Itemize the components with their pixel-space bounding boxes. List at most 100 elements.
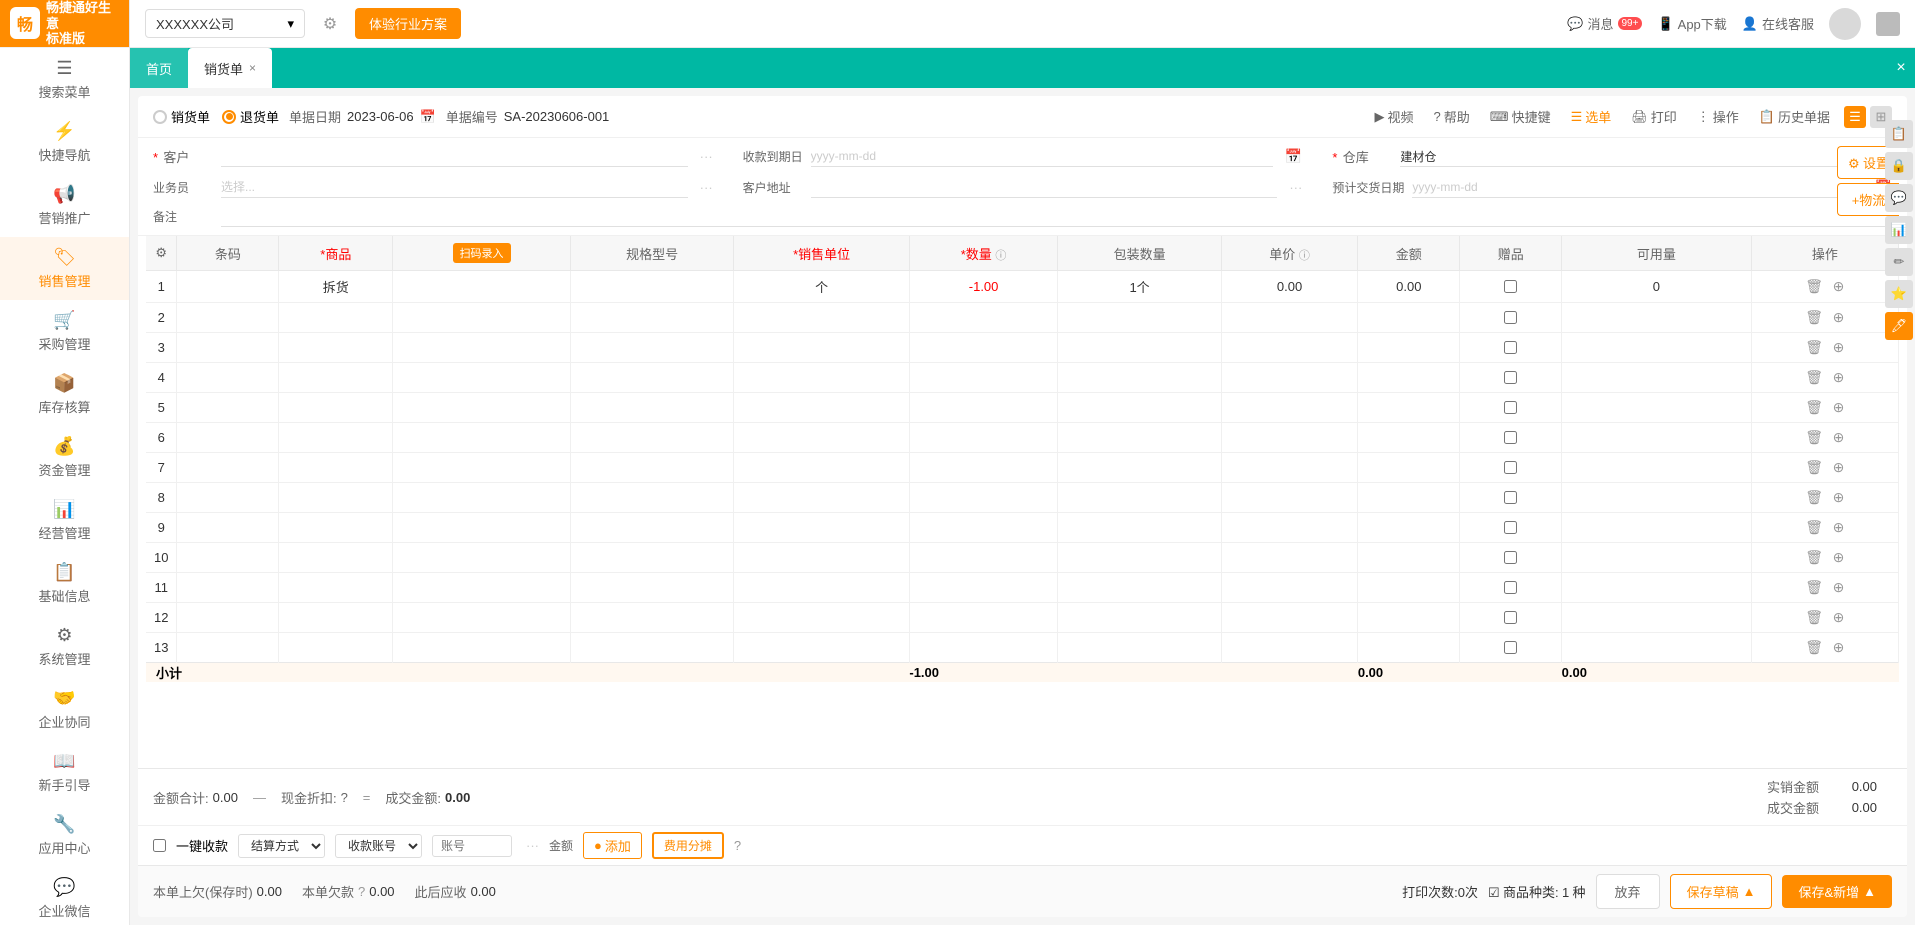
notes-input[interactable]	[221, 206, 1892, 227]
action-btn[interactable]: ⋮ 操作	[1691, 104, 1745, 129]
row-price[interactable]	[1221, 483, 1358, 513]
row-pkg-qty[interactable]	[1058, 633, 1222, 663]
sidebar-item-marketing[interactable]: 📢 营销推广	[0, 174, 129, 237]
delete-row-btn[interactable]: 🗑	[1802, 579, 1826, 596]
row-price[interactable]	[1221, 423, 1358, 453]
copy-row-btn[interactable]: ⊕	[1830, 549, 1848, 566]
row-product[interactable]	[279, 633, 393, 663]
row-unit[interactable]: 个	[734, 271, 909, 303]
row-pkg-qty[interactable]	[1058, 483, 1222, 513]
row-qty[interactable]	[909, 423, 1057, 453]
avatar[interactable]	[1829, 8, 1861, 40]
row-gift[interactable]	[1460, 483, 1562, 513]
company-selector[interactable]: XXXXXX公司 ▾	[145, 9, 305, 38]
video-btn[interactable]: ▶ 视频	[1369, 104, 1420, 129]
row-gift[interactable]	[1460, 453, 1562, 483]
trial-btn[interactable]: 体验行业方案	[355, 8, 461, 39]
sidebar-item-wechat[interactable]: 💬 企业微信	[0, 867, 129, 925]
row-barcode[interactable]	[177, 303, 279, 333]
row-gift[interactable]	[1460, 271, 1562, 303]
copy-row-btn[interactable]: ⊕	[1830, 579, 1848, 596]
copy-row-btn[interactable]: ⊕	[1830, 639, 1848, 656]
row-barcode[interactable]	[177, 453, 279, 483]
row-price[interactable]	[1221, 333, 1358, 363]
row-barcode[interactable]	[177, 483, 279, 513]
row-barcode[interactable]	[177, 423, 279, 453]
row-unit[interactable]	[734, 543, 909, 573]
delete-row-btn[interactable]: 🗑	[1802, 369, 1826, 386]
row-gift[interactable]	[1460, 513, 1562, 543]
sidebar-item-apps[interactable]: 🔧 应用中心	[0, 804, 129, 867]
sidebar-item-management[interactable]: 📊 经营管理	[0, 489, 129, 552]
due-help-icon[interactable]: ?	[358, 884, 365, 899]
row-amount[interactable]	[1358, 633, 1460, 663]
sidebar-item-quick-nav[interactable]: ⚡ 快捷导航	[0, 111, 129, 174]
copy-row-btn[interactable]: ⊕	[1830, 489, 1848, 506]
row-product[interactable]	[279, 573, 393, 603]
row-gift[interactable]	[1460, 363, 1562, 393]
expense-help-icon[interactable]: ?	[734, 838, 741, 853]
row-product[interactable]	[279, 303, 393, 333]
row-amount[interactable]	[1358, 363, 1460, 393]
account-select[interactable]: 收款账号	[335, 834, 422, 858]
scan-btn[interactable]: 扫码录入	[453, 243, 511, 263]
row-barcode[interactable]	[177, 633, 279, 663]
rp-icon-4[interactable]: 📊	[1885, 216, 1913, 244]
sidebar-item-finance[interactable]: 💰 资金管理	[0, 426, 129, 489]
calendar-icon[interactable]: 📅	[420, 109, 436, 125]
form-date-value[interactable]: 2023-06-06	[347, 109, 414, 124]
copy-row-btn[interactable]: ⊕	[1830, 339, 1848, 356]
delete-row-btn[interactable]: 🗑	[1802, 339, 1826, 356]
row-spec[interactable]	[570, 603, 734, 633]
row-pkg-qty[interactable]	[1058, 393, 1222, 423]
row-price[interactable]	[1221, 603, 1358, 633]
row-qty[interactable]	[909, 363, 1057, 393]
expense-btn[interactable]: 费用分摊	[652, 832, 724, 859]
account-number-input[interactable]	[432, 835, 512, 857]
radio-sales[interactable]: 销货单	[153, 107, 210, 126]
customer-input[interactable]	[221, 146, 688, 167]
row-qty[interactable]	[909, 333, 1057, 363]
row-product[interactable]	[279, 453, 393, 483]
row-product[interactable]	[279, 603, 393, 633]
customer-more-icon[interactable]: ···	[700, 149, 713, 164]
row-gift[interactable]	[1460, 543, 1562, 573]
row-unit[interactable]	[734, 633, 909, 663]
row-barcode[interactable]	[177, 271, 279, 303]
rp-icon-3[interactable]: 💬	[1885, 184, 1913, 212]
row-qty[interactable]	[909, 543, 1057, 573]
row-product[interactable]	[279, 393, 393, 423]
salesperson-input[interactable]	[221, 177, 688, 198]
row-amount[interactable]	[1358, 453, 1460, 483]
row-spec[interactable]	[570, 423, 734, 453]
settings-gear-button[interactable]: ⚙	[315, 9, 345, 39]
row-barcode[interactable]	[177, 603, 279, 633]
copy-row-btn[interactable]: ⊕	[1830, 609, 1848, 626]
sidebar-item-purchase[interactable]: 🛒 采购管理	[0, 300, 129, 363]
due-date-cal-icon[interactable]: 📅	[1285, 148, 1302, 165]
row-spec[interactable]	[570, 363, 734, 393]
row-product[interactable]	[279, 543, 393, 573]
row-gift[interactable]	[1460, 423, 1562, 453]
delete-row-btn[interactable]: 🗑	[1802, 459, 1826, 476]
row-unit[interactable]	[734, 423, 909, 453]
row-price[interactable]	[1221, 633, 1358, 663]
col-settings[interactable]: ⚙	[146, 236, 177, 271]
avatar2[interactable]	[1876, 12, 1900, 36]
row-spec[interactable]	[570, 393, 734, 423]
account-more-icon[interactable]: ···	[526, 838, 539, 853]
row-amount[interactable]	[1358, 513, 1460, 543]
sidebar-item-inventory[interactable]: 📦 库存核算	[0, 363, 129, 426]
row-amount[interactable]	[1358, 543, 1460, 573]
row-product[interactable]	[279, 363, 393, 393]
row-qty[interactable]	[909, 603, 1057, 633]
row-spec[interactable]	[570, 573, 734, 603]
one-click-checkbox[interactable]	[153, 839, 166, 852]
delete-row-btn[interactable]: 🗑	[1802, 429, 1826, 446]
row-price[interactable]	[1221, 453, 1358, 483]
row-amount[interactable]	[1358, 303, 1460, 333]
select-btn[interactable]: ☰ 选单	[1565, 104, 1618, 129]
row-gift[interactable]	[1460, 303, 1562, 333]
copy-row-btn[interactable]: ⊕	[1830, 369, 1848, 386]
row-unit[interactable]	[734, 573, 909, 603]
